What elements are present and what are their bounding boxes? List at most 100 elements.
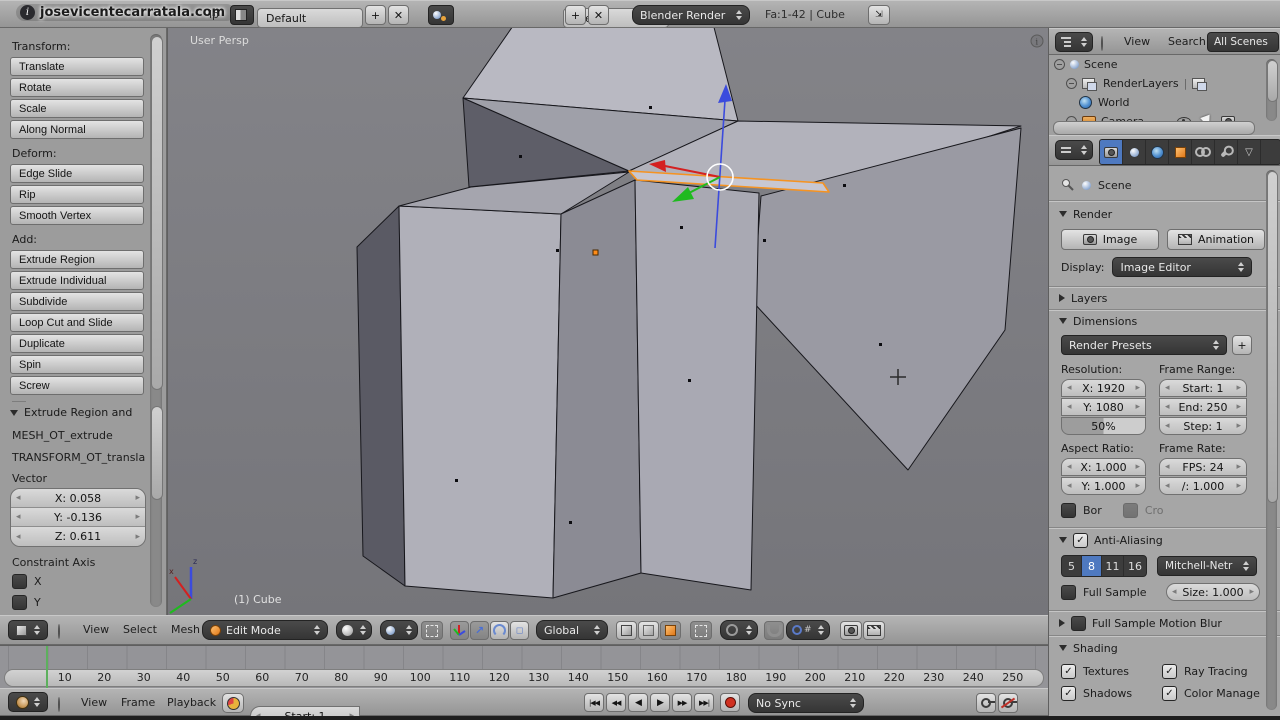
manipulator-rotate-toggle[interactable] — [490, 621, 509, 640]
frame-end-prop-field[interactable]: ◂ End: 250 ▸ — [1159, 398, 1247, 416]
viewport-3d[interactable]: z x y i User Persp (1) Cube — [167, 28, 1049, 615]
outliner-hscrollbar[interactable] — [1053, 121, 1255, 135]
constraint-x-row[interactable]: X — [12, 574, 166, 589]
snap-element-dropdown[interactable]: # — [786, 620, 830, 640]
properties-editor-dropdown[interactable] — [1055, 140, 1093, 160]
outliner-row-renderlayers[interactable]: RenderLayers | — [1049, 74, 1280, 93]
tool-button[interactable]: Extrude Individual — [10, 271, 144, 290]
outliner-vscrollbar[interactable] — [1266, 59, 1278, 121]
tab-scene[interactable] — [1123, 140, 1146, 164]
motion-blur-checkbox[interactable] — [1071, 615, 1086, 631]
tool-button[interactable]: Translate — [10, 57, 144, 76]
textures-checkbox[interactable]: ✓ — [1061, 664, 1076, 679]
aa-sample-5[interactable]: 5 — [1062, 556, 1082, 576]
tab-modifiers[interactable] — [1215, 140, 1238, 164]
outliner-row-scene[interactable]: Scene — [1049, 55, 1280, 74]
constraint-x-checkbox[interactable] — [12, 574, 27, 589]
insert-keyframe-button[interactable] — [976, 693, 996, 713]
tool-button[interactable]: Spin — [10, 355, 144, 374]
sync-dropdown[interactable]: No Sync — [748, 693, 864, 713]
tool-button[interactable]: Edge Slide — [10, 164, 144, 183]
fps-field[interactable]: ◂ FPS: 24 ▸ — [1159, 458, 1247, 476]
current-frame-line[interactable] — [46, 646, 48, 688]
outliner-row-world[interactable]: World — [1049, 93, 1280, 112]
jump-to-end-button[interactable]: ▶▶| — [694, 693, 714, 712]
tool-button[interactable]: Smooth Vertex — [10, 206, 144, 225]
play-button[interactable]: ▶ — [650, 693, 670, 712]
tab-render[interactable] — [1100, 140, 1123, 164]
constraint-y-row[interactable]: Y — [12, 595, 166, 610]
properties-scrollbar-thumb[interactable] — [1267, 171, 1278, 503]
pivot-dropdown[interactable] — [380, 620, 418, 640]
timeline-menu-frame[interactable]: Frame — [114, 696, 162, 709]
orientation-dropdown[interactable]: Global — [536, 620, 608, 640]
window-duplicate-icon[interactable]: ⇲ — [868, 5, 890, 25]
outliner-menu-search[interactable]: Search — [1161, 35, 1213, 48]
manipulator-scale-toggle[interactable]: ◻ — [510, 621, 529, 640]
vertex-select-toggle[interactable] — [616, 621, 637, 640]
viewport-shading-dropdown[interactable] — [336, 620, 372, 640]
layout-selector-icon[interactable] — [230, 5, 254, 25]
outliner-collapse-menus-icon[interactable] — [1101, 36, 1103, 51]
timeline-scroll-ruler[interactable]: 10 20 30 40 50 60 70 80 90 100 110 120 130 140 150 160 1… — [4, 669, 1044, 687]
tool-button[interactable]: Screw — [10, 376, 144, 395]
tool-button[interactable]: Scale — [10, 99, 144, 118]
fps-base-field[interactable]: ◂/: 1.000 ▸ — [1159, 477, 1247, 495]
vector-x-field[interactable]: ◂ X: 0.058 ▸ — [11, 489, 145, 508]
colormanage-checkbox[interactable]: ✓ — [1162, 686, 1177, 701]
menu-select[interactable]: Select — [116, 623, 164, 636]
expand-icon[interactable] — [1066, 78, 1077, 89]
scene-delete-button[interactable]: ✕ — [588, 5, 609, 25]
preset-add-button[interactable]: + — [1232, 335, 1252, 355]
edge-select-toggle[interactable] — [638, 621, 659, 640]
operator-scrollbar-thumb[interactable] — [151, 406, 163, 500]
aa-size-field[interactable]: ◂ Size: 1.000 ▸ — [1166, 583, 1260, 601]
tab-data[interactable]: ▽ — [1238, 140, 1261, 164]
frame-step-field[interactable]: ◂ Step: 1 ▸ — [1159, 417, 1247, 435]
timeline-menu-view[interactable]: View — [74, 696, 114, 709]
tool-button[interactable]: Rotate — [10, 78, 144, 97]
vector-y-field[interactable]: ◂ Y: -0.136 ▸ — [11, 508, 145, 527]
layout-name-field[interactable]: Default — [257, 8, 363, 28]
collapse-icon[interactable] — [1054, 59, 1065, 70]
render-image-button[interactable]: Image — [1061, 229, 1159, 250]
layers-panel-header[interactable]: Layers — [1049, 287, 1280, 309]
border-checkbox[interactable] — [1061, 503, 1076, 518]
jump-to-start-button[interactable]: |◀◀ — [584, 693, 604, 712]
shading-panel-header[interactable]: Shading — [1049, 636, 1280, 660]
motion-blur-panel-header[interactable]: Full Sample Motion Blur — [1049, 611, 1280, 635]
antialiasing-panel-header[interactable]: ✓ Anti-Aliasing — [1049, 528, 1280, 552]
tab-world[interactable] — [1146, 140, 1169, 164]
pivot-align-toggle[interactable] — [421, 621, 443, 640]
editor-type-dropdown[interactable] — [8, 620, 48, 640]
outliner-editor-dropdown[interactable] — [1055, 32, 1093, 52]
display-dropdown[interactable]: Image Editor — [1112, 257, 1253, 277]
timeline-editor-dropdown[interactable] — [8, 692, 48, 712]
crop-checkbox[interactable] — [1122, 503, 1138, 518]
full-sample-checkbox[interactable] — [1061, 584, 1076, 600]
render-opengl-button[interactable] — [840, 621, 862, 640]
manipulator-translate-toggle[interactable]: ↗ — [470, 621, 489, 640]
shadows-checkbox[interactable]: ✓ — [1061, 686, 1076, 701]
vector-z-field[interactable]: ◂ Z: 0.611 ▸ — [11, 527, 145, 546]
constraint-y-checkbox[interactable] — [12, 595, 27, 610]
tool-button[interactable]: Along Normal — [10, 120, 144, 139]
mode-dropdown[interactable]: Edit Mode — [202, 620, 328, 640]
record-button[interactable] — [720, 693, 740, 712]
resolution-percentage-slider[interactable]: 50% — [1061, 417, 1146, 435]
tool-button[interactable]: Subdivide — [10, 292, 144, 311]
collapse-menus-icon[interactable] — [58, 624, 60, 639]
jump-prev-keyframe-button[interactable]: ◀◀ — [606, 693, 626, 712]
snap-toggle[interactable] — [764, 621, 784, 640]
aspect-x-field[interactable]: ◂ X: 1.000 ▸ — [1061, 458, 1146, 476]
aspect-y-field[interactable]: ◂ Y: 1.000 ▸ — [1061, 477, 1146, 495]
proportional-edit-dropdown[interactable] — [720, 620, 758, 640]
pin-icon[interactable] — [1061, 178, 1075, 192]
timeline-menu-playback[interactable]: Playback — [160, 696, 223, 709]
menu-view[interactable]: View — [76, 623, 116, 636]
aa-sample-11[interactable]: 11 — [1102, 556, 1124, 576]
outliner-scope-dropdown[interactable]: All Scenes — [1207, 32, 1279, 52]
operator-panel-header[interactable]: Extrude Region and — [10, 406, 166, 419]
delete-keyframe-button[interactable] — [998, 693, 1018, 713]
frame-start-prop-field[interactable]: ◂ Start: 1 ▸ — [1159, 379, 1247, 397]
